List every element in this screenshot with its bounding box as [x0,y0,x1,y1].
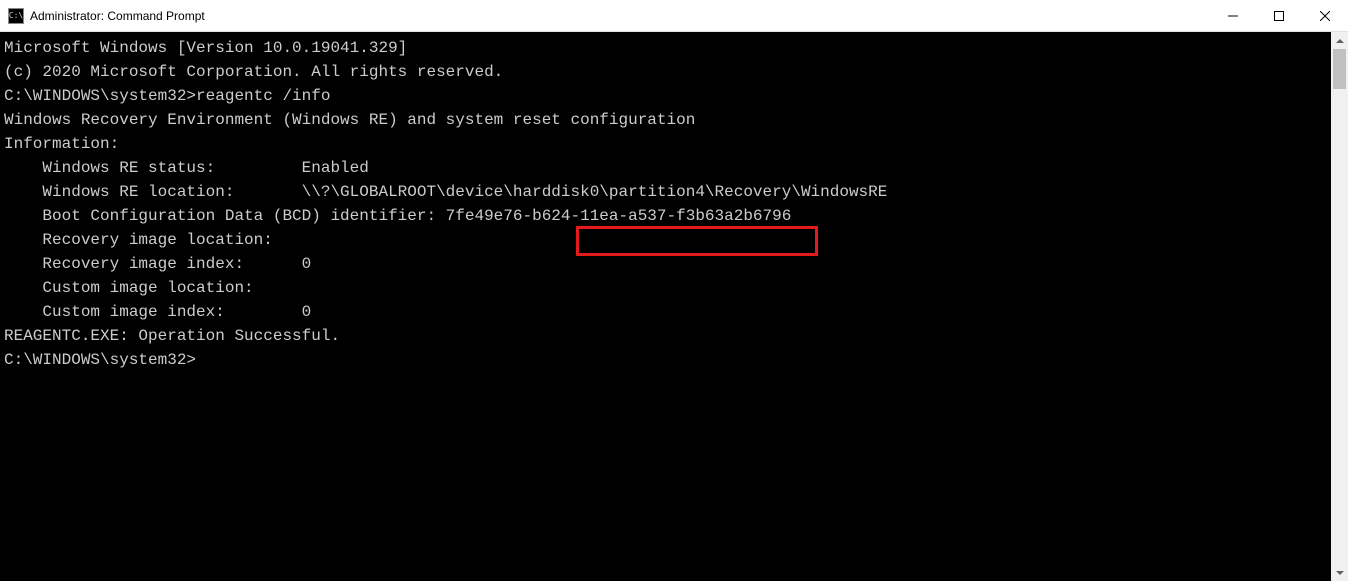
info-prefix: Windows RE location: \\?\GLOBALROOT\devi… [4,183,513,201]
output-line: Microsoft Windows [Version 10.0.19041.32… [4,36,1327,60]
info-line: Windows RE location: \\?\GLOBALROOT\devi… [4,180,1327,204]
info-suffix: \Recovery\WindowsRE [705,183,887,201]
chevron-down-icon [1336,571,1344,575]
window-title: Administrator: Command Prompt [30,9,1210,23]
info-line: Custom image index: 0 [4,300,1327,324]
close-button[interactable] [1302,0,1348,31]
info-line: Recovery image index: 0 [4,252,1327,276]
chevron-up-icon [1336,39,1344,43]
maximize-icon [1274,11,1284,21]
prompt-line: C:\WINDOWS\system32>reagentc /info [4,84,1327,108]
cmd-icon-label: C:\ [9,11,23,20]
minimize-icon [1228,11,1238,21]
scroll-track[interactable] [1331,49,1348,564]
output-line: (c) 2020 Microsoft Corporation. All righ… [4,60,1327,84]
window-controls [1210,0,1348,31]
close-icon [1320,11,1330,21]
minimize-button[interactable] [1210,0,1256,31]
info-line: Boot Configuration Data (BCD) identifier… [4,204,1327,228]
scroll-up-button[interactable] [1331,32,1348,49]
prompt-line: C:\WINDOWS\system32> [4,348,1327,372]
output-line: Information: [4,132,1327,156]
info-line: Recovery image location: [4,228,1327,252]
output-line: Windows Recovery Environment (Windows RE… [4,108,1327,132]
window-titlebar: C:\ Administrator: Command Prompt [0,0,1348,32]
scroll-down-button[interactable] [1331,564,1348,581]
terminal-wrapper: Microsoft Windows [Version 10.0.19041.32… [0,32,1348,581]
result-line: REAGENTC.EXE: Operation Successful. [4,324,1327,348]
scroll-thumb[interactable] [1333,49,1346,89]
maximize-button[interactable] [1256,0,1302,31]
info-line: Windows RE status: Enabled [4,156,1327,180]
info-line: Custom image location: [4,276,1327,300]
cmd-icon: C:\ [8,8,24,24]
highlighted-path: harddisk0\partition4 [513,183,705,201]
vertical-scrollbar[interactable] [1331,32,1348,581]
terminal-output[interactable]: Microsoft Windows [Version 10.0.19041.32… [0,32,1331,581]
